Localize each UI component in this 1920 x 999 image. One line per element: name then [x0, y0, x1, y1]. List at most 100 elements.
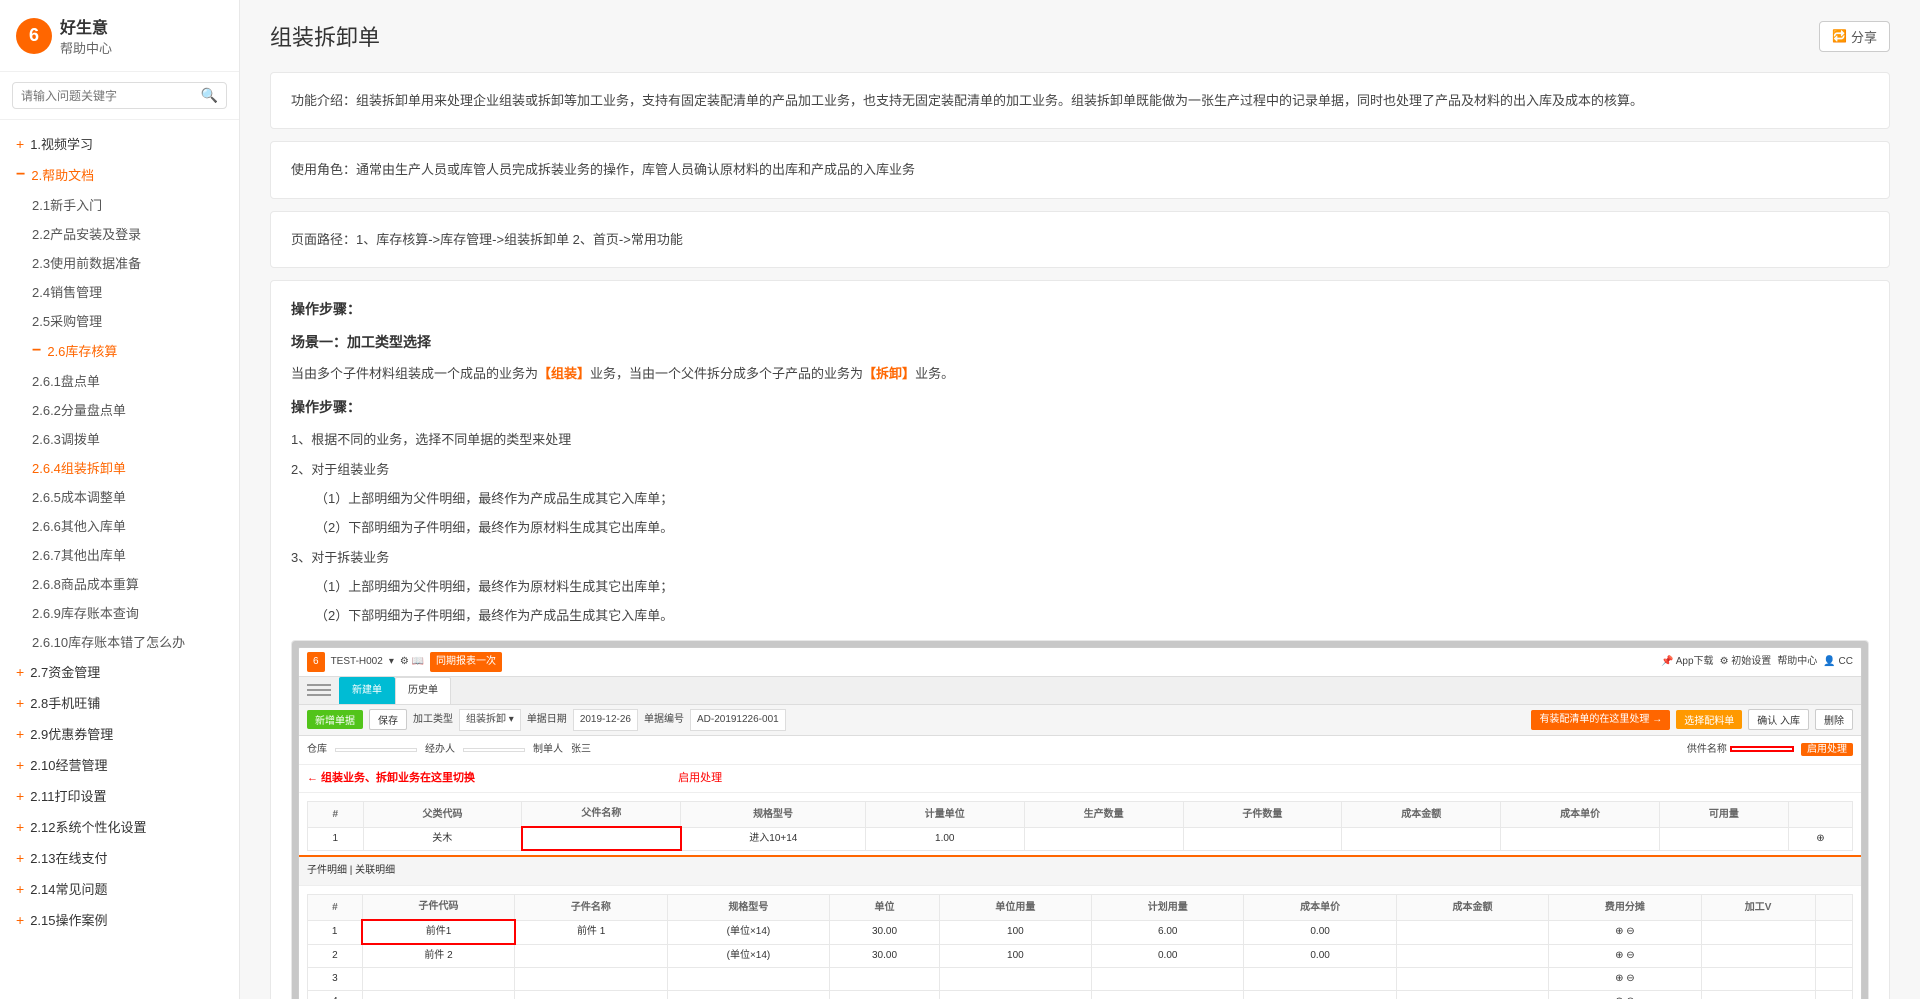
mock-type-label: 加工类型: [413, 711, 453, 729]
expand-icon-mobile: +: [16, 695, 24, 711]
mock-btn-addnew[interactable]: 新增单据: [307, 710, 363, 729]
table-row: 2 前件 2 (单位×14) 30.00 100 0.00 0.00 ⊕: [308, 944, 1853, 968]
sidebar-item-print[interactable]: + 2.11打印设置: [0, 780, 239, 811]
sidebar: 6 好生意 帮助中心 🔍 + 1.视频学习 − 2.帮助文档 2.1新手入门 2…: [0, 0, 240, 999]
search-area: 🔍: [0, 72, 239, 120]
mock-operator[interactable]: [463, 748, 525, 752]
main-content: 组装拆卸单 🔁 分享 功能介绍：组装拆卸单用来处理企业组装或拆卸等加工业务，支持…: [240, 0, 1920, 999]
mock-topbar: 6 TEST-H002 ▾ ⚙ 📖 同期报表一次 📌 App下载 ⚙ 初始设置 …: [299, 648, 1861, 677]
mock-btn-delete[interactable]: 删除: [1815, 709, 1853, 730]
mock-btn-save[interactable]: 保存: [369, 709, 407, 730]
mock-cell-highlight: [522, 827, 681, 850]
search-input[interactable]: [21, 89, 201, 103]
sidebar-item-dataprep[interactable]: 2.3使用前数据准备: [0, 248, 239, 277]
mock-annotation-banner: ← 组装业务、拆卸业务在这里切换 启用处理: [299, 765, 1861, 794]
mock-btn-confirm[interactable]: 确认 入库: [1748, 709, 1809, 730]
expand-icon-management: +: [16, 757, 24, 773]
expand-icon-custom: +: [16, 819, 24, 835]
collapse-icon-inventory: −: [32, 342, 41, 360]
mock-billno-label: 单据编号: [644, 711, 684, 729]
sidebar-item-docs[interactable]: − 2.帮助文档: [0, 159, 239, 190]
sidebar-item-ledger[interactable]: 2.6.9库存账本查询: [0, 598, 239, 627]
step3: 3、对于拆装业务: [291, 546, 1869, 569]
sidebar-item-sales[interactable]: 2.4销售管理: [0, 277, 239, 306]
expand-icon-finance: +: [16, 664, 24, 680]
nav-tree: + 1.视频学习 − 2.帮助文档 2.1新手入门 2.2产品安装及登录 2.3…: [0, 120, 239, 999]
sidebar-item-payment[interactable]: + 2.13在线支付: [0, 842, 239, 873]
mock-tab-history[interactable]: 历史单: [395, 677, 451, 704]
expand-icon-coupon: +: [16, 726, 24, 742]
step3-1: （1）上部明细为父件明细，最终作为原材料生成其它出库单；: [291, 575, 1869, 598]
sidebar-item-customization[interactable]: + 2.12系统个性化设置: [0, 811, 239, 842]
sidebar-item-faq[interactable]: + 2.14常见问题: [0, 873, 239, 904]
mock-dropdown: ▾: [389, 653, 394, 671]
expand-icon-payment: +: [16, 850, 24, 866]
mock-upper-section: # 父类代码 父件名称 规格型号 计量单位 生产数量 子件数量 成本金额 成本单…: [299, 793, 1861, 855]
steps-title: 操作步骤：: [291, 297, 1869, 322]
sidebar-item-video[interactable]: + 1.视频学习: [0, 128, 239, 159]
mock-lower-table: # 子件代码 子件名称 规格型号 单位 单位用量 计划用量 成本单价 成本金额: [307, 894, 1853, 999]
mock-type-value[interactable]: 组装拆卸 ▾: [459, 709, 521, 731]
sidebar-item-otherinstock[interactable]: 2.6.6其他入库单: [0, 511, 239, 540]
mock-tab-new[interactable]: 新建单: [339, 677, 395, 704]
mock-sidebar-toggle: [307, 684, 331, 696]
sidebar-item-case[interactable]: + 2.15操作案例: [0, 904, 239, 935]
mock-date-value[interactable]: 2019-12-26: [573, 709, 638, 731]
sidebar-item-purchase[interactable]: 2.5采购管理: [0, 306, 239, 335]
sidebar-item-inventory[interactable]: − 2.6库存核算: [0, 335, 239, 366]
role-text: 使用角色：通常由生产人员或库管人员完成拆装业务的操作，库管人员确认原材料的出库和…: [291, 158, 1869, 181]
sidebar-item-transfer[interactable]: 2.6.3调拨单: [0, 424, 239, 453]
sidebar-item-otheroutstock[interactable]: 2.6.7其他出库单: [0, 540, 239, 569]
brand-name: 好生意: [60, 14, 112, 38]
sidebar-item-costreset[interactable]: 2.6.8商品成本重算: [0, 569, 239, 598]
steps-sub-title: 操作步骤：: [291, 395, 1869, 420]
expand-icon-faq: +: [16, 881, 24, 897]
search-box[interactable]: 🔍: [12, 82, 227, 109]
steps-card: 操作步骤： 场景一：加工类型选择 当由多个子件材料组装成一个成品的业务为【组装】…: [270, 280, 1890, 999]
intro-text: 功能介绍：组装拆卸单用来处理企业组装或拆卸等加工业务，支持有固定装配清单的产品加…: [291, 89, 1869, 112]
scene1-desc: 当由多个子件材料组装成一个成品的业务为【组装】业务，当由一个父件拆分成多个子产品…: [291, 362, 1869, 385]
sidebar-item-stocktake[interactable]: 2.6.1盘点单: [0, 366, 239, 395]
table-row: 3⊕ ⊖: [308, 968, 1853, 991]
step1: 1、根据不同的业务，选择不同单据的类型来处理: [291, 428, 1869, 451]
role-card: 使用角色：通常由生产人员或库管人员完成拆装业务的操作，库管人员确认原材料的出库和…: [270, 141, 1890, 198]
mock-upper-table: # 父类代码 父件名称 规格型号 计量单位 生产数量 子件数量 成本金额 成本单…: [307, 801, 1853, 851]
mock-supplier[interactable]: [1730, 746, 1794, 752]
mock-btn-select-bom[interactable]: 选择配料单: [1676, 710, 1742, 729]
step2: 2、对于组装业务: [291, 458, 1869, 481]
page-title: 组装拆卸单: [270, 20, 380, 52]
step2-1: （1）上部明细为父件明细，最终作为产成品生成其它入库单；: [291, 487, 1869, 510]
screenshot-container: 6 TEST-H002 ▾ ⚙ 📖 同期报表一次 📌 App下载 ⚙ 初始设置 …: [291, 640, 1869, 999]
share-button[interactable]: 🔁 分享: [1819, 21, 1890, 52]
table-row: 1 前件1 前件 1 (单位×14) 30.00 100 6.00 0.00: [308, 920, 1853, 944]
search-icon[interactable]: 🔍: [201, 87, 218, 104]
sidebar-item-management[interactable]: + 2.10经营管理: [0, 749, 239, 780]
sidebar-item-partialcount[interactable]: 2.6.2分量盘点单: [0, 395, 239, 424]
mock-right-icons: 📌 App下载 ⚙ 初始设置 帮助中心 👤 CC: [1661, 653, 1853, 671]
intro-card: 功能介绍：组装拆卸单用来处理企业组装或拆卸等加工业务，支持有固定装配清单的产品加…: [270, 72, 1890, 129]
path-text: 页面路径：1、库存核算->库存管理->组装拆卸单 2、首页->常用功能: [291, 228, 1869, 251]
mock-logo: 6: [307, 652, 325, 672]
mock-billno-value[interactable]: AD-20191226-001: [690, 709, 786, 731]
step2-2: （2）下部明细为子件明细，最终作为原材料生成其它出库单。: [291, 516, 1869, 539]
sidebar-item-install[interactable]: 2.2产品安装及登录: [0, 219, 239, 248]
sidebar-item-newbie[interactable]: 2.1新手入门: [0, 190, 239, 219]
logo-icon: 6: [16, 18, 52, 54]
expand-icon-print: +: [16, 788, 24, 804]
mock-company: TEST-H002: [331, 653, 383, 671]
mock-enable-btn[interactable]: 启用处理: [1801, 743, 1853, 756]
sidebar-item-finance[interactable]: + 2.7资金管理: [0, 656, 239, 687]
sidebar-item-coupon[interactable]: + 2.9优惠券管理: [0, 718, 239, 749]
mock-icons: ⚙ 📖: [400, 653, 424, 671]
sidebar-item-mobile[interactable]: + 2.8手机旺铺: [0, 687, 239, 718]
brand-subtitle: 帮助中心: [60, 38, 112, 57]
sidebar-item-costadjust[interactable]: 2.6.5成本调整单: [0, 482, 239, 511]
path-card: 页面路径：1、库存核算->库存管理->组装拆卸单 2、首页->常用功能: [270, 211, 1890, 268]
mock-warehouse[interactable]: [335, 748, 417, 752]
sidebar-item-ledgererror[interactable]: 2.6.10库存账本错了怎么办: [0, 627, 239, 656]
mock-lower-section-header: 子件明细 | 关联明细: [299, 855, 1861, 886]
sidebar-item-assembly[interactable]: 2.6.4组装拆卸单: [0, 453, 239, 482]
mock-app: 6 TEST-H002 ▾ ⚙ 📖 同期报表一次 📌 App下载 ⚙ 初始设置 …: [298, 647, 1862, 999]
table-row: 1 关木 进入10+14 1.00: [308, 827, 1853, 850]
step3-2: （2）下部明细为子件明细，最终作为产成品生成其它入库单。: [291, 604, 1869, 627]
